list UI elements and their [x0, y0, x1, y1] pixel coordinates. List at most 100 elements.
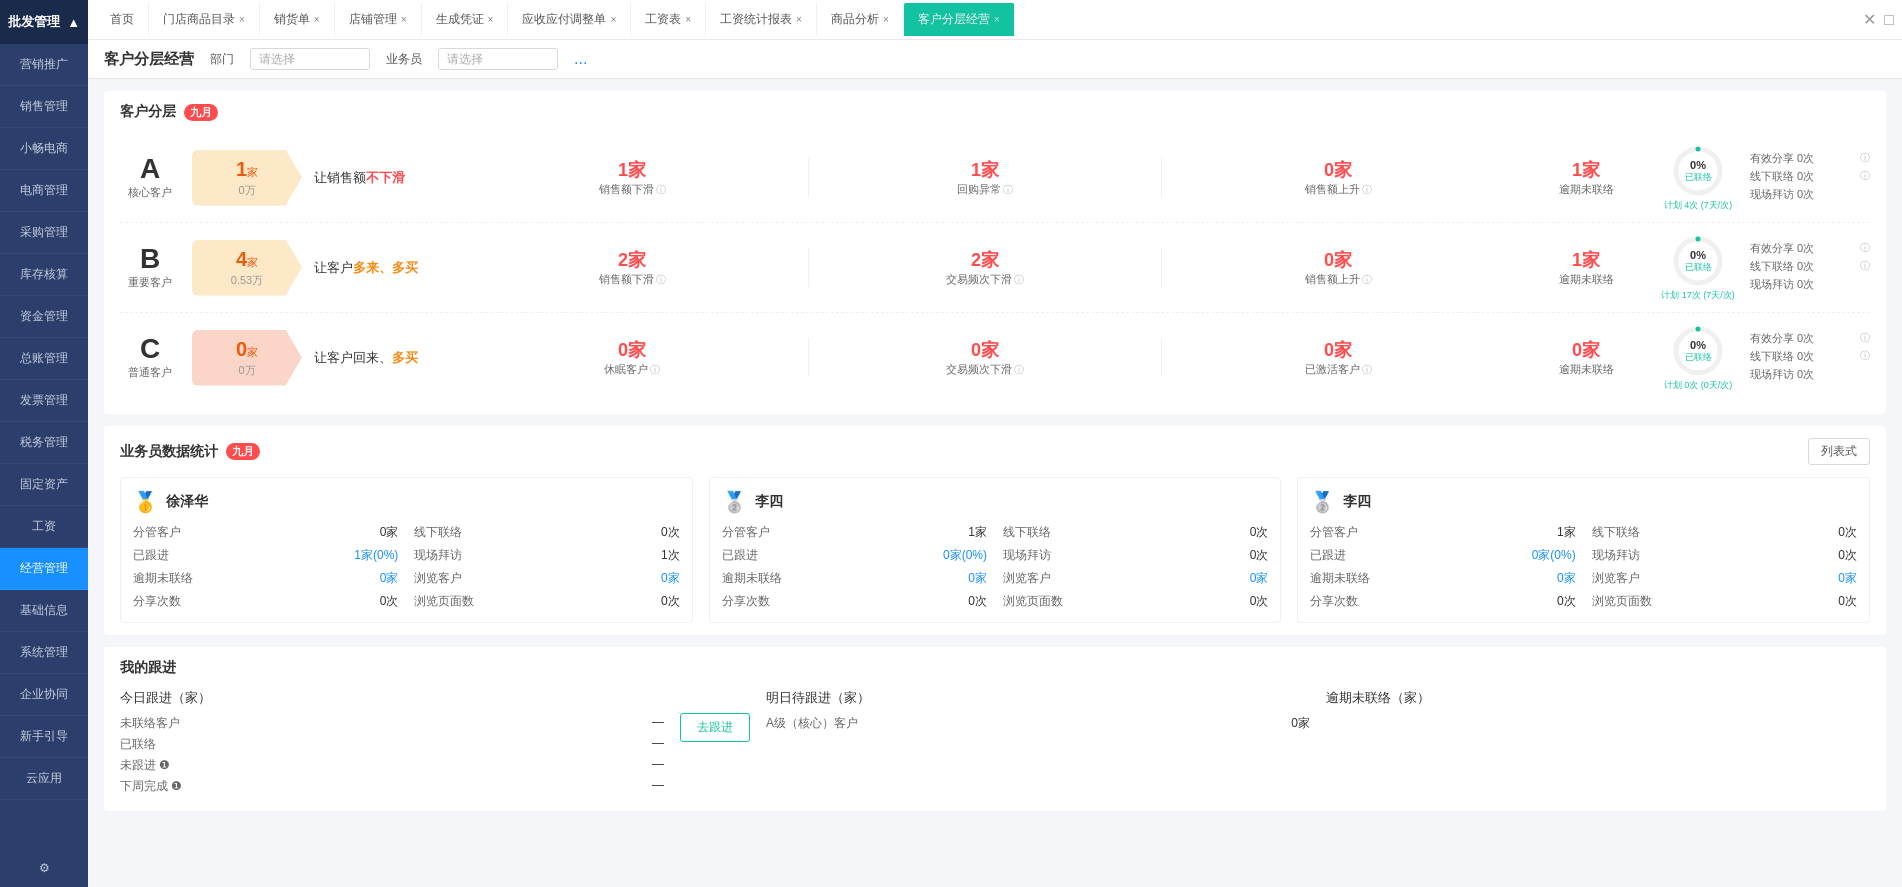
info-icon[interactable]: ⓘ: [1014, 273, 1024, 287]
tier-count-A[interactable]: 1家0万: [192, 150, 302, 206]
tab-客户分层经营[interactable]: 客户分层经营×: [904, 3, 1015, 36]
sidebar-item-云应用[interactable]: 云应用: [0, 758, 88, 800]
sidebar-collapse-icon[interactable]: ▲: [67, 15, 80, 30]
sidebar-item-营销推广[interactable]: 营销推广: [0, 44, 88, 86]
info-icon[interactable]: ⓘ: [1860, 169, 1870, 183]
tab-工资表[interactable]: 工资表×: [631, 3, 706, 36]
biz-title: 业务员数据统计 九月: [120, 443, 260, 461]
tier-right-stat-item: 线下联络 0次ⓘ: [1750, 169, 1870, 184]
tier-stats-A: 1家销售额下滑 ⓘ1家回购异常 ⓘ0家销售额上升 ⓘ: [456, 158, 1514, 197]
tab-bar: 首页门店商品目录×销货单×店铺管理×生成凭证×应收应付调整单×工资表×工资统计报…: [88, 0, 1902, 40]
biz-stat-val[interactable]: 0家: [1838, 570, 1857, 587]
info-icon[interactable]: ⓘ: [656, 183, 666, 197]
tab-close-销货单[interactable]: ×: [314, 14, 320, 25]
customer-month-badge: 九月: [184, 104, 218, 121]
sidebar-item-销售管理[interactable]: 销售管理: [0, 86, 88, 128]
biz-stat-label: 逾期未联络: [722, 570, 782, 587]
sidebar-header[interactable]: 批发管理 ▲: [0, 0, 88, 44]
biz-stat-label: 线下联络: [414, 524, 462, 541]
tier-slogan-B: 让客户多来、多买: [314, 259, 444, 277]
tab-销货单[interactable]: 销货单×: [260, 3, 335, 36]
biz-stat-row: 浏览客户 0家: [414, 570, 679, 587]
tier-contact-B: 1家逾期未联络: [1526, 248, 1646, 287]
info-icon[interactable]: ⓘ: [1860, 259, 1870, 273]
sidebar-item-总账管理[interactable]: 总账管理: [0, 338, 88, 380]
sidebar-item-工资[interactable]: 工资: [0, 506, 88, 548]
sidebar-item-固定资产[interactable]: 固定资产: [0, 464, 88, 506]
biz-stat-val[interactable]: 0家: [380, 570, 399, 587]
today-item-val: —: [652, 757, 664, 774]
info-icon[interactable]: ⓘ: [1003, 183, 1013, 197]
biz-stat-row: 线下联络0次: [414, 524, 679, 541]
sidebar-gear-button[interactable]: ⚙: [0, 849, 88, 887]
tab-生成凭证[interactable]: 生成凭证×: [422, 3, 509, 36]
tab-首页[interactable]: 首页: [96, 3, 149, 36]
biz-stat-val: 0次: [1557, 593, 1576, 610]
tomorrow-followup-col: 明日待跟进（家） A级（核心）客户 0家: [766, 689, 1310, 736]
info-icon[interactable]: ⓘ: [650, 363, 660, 377]
tier-slogan-C: 让客户回来、多买: [314, 349, 444, 367]
sidebar-item-小畅电商[interactable]: 小畅电商: [0, 128, 88, 170]
sidebar-item-电商管理[interactable]: 电商管理: [0, 170, 88, 212]
tab-bar-actions[interactable]: ✕ □: [1863, 10, 1894, 29]
sidebar-item-经营管理[interactable]: 经营管理: [0, 548, 88, 590]
info-icon[interactable]: ⓘ: [1362, 183, 1372, 197]
sidebar-item-采购管理[interactable]: 采购管理: [0, 212, 88, 254]
sales-select[interactable]: 请选择: [438, 48, 558, 70]
tier-count-C[interactable]: 0家0万: [192, 330, 302, 386]
tab-close-店铺管理[interactable]: ×: [401, 14, 407, 25]
biz-stat-row: 分享次数0次: [133, 593, 398, 610]
sidebar-item-新手引导[interactable]: 新手引导: [0, 716, 88, 758]
dept-label: 部门: [210, 51, 234, 68]
tab-close-工资表[interactable]: ×: [685, 14, 691, 25]
tab-门店商品目录[interactable]: 门店商品目录×: [149, 3, 260, 36]
tab-应收应付调整单[interactable]: 应收应付调整单×: [508, 3, 631, 36]
sidebar-item-基础信息[interactable]: 基础信息: [0, 590, 88, 632]
info-icon[interactable]: ⓘ: [1860, 331, 1870, 345]
info-icon[interactable]: ⓘ: [1362, 273, 1372, 287]
sidebar-item-系统管理[interactable]: 系统管理: [0, 632, 88, 674]
tier-right-stats-B: 有效分享 0次ⓘ线下联络 0次ⓘ现场拜访 0次: [1750, 241, 1870, 295]
info-icon[interactable]: ⓘ: [1014, 363, 1024, 377]
biz-stat-label: 浏览客户: [1592, 570, 1640, 587]
sidebar-item-企业协同[interactable]: 企业协同: [0, 674, 88, 716]
tab-close-应收应付调整单[interactable]: ×: [610, 14, 616, 25]
sidebar-item-税务管理[interactable]: 税务管理: [0, 422, 88, 464]
page-title: 客户分层经营: [104, 50, 194, 69]
biz-stats-grid-2: 分管客户1家线下联络0次已跟进0家(0%)现场拜访0次逾期未联络0家浏览客户0家…: [1310, 524, 1857, 610]
biz-card-0: 🥇徐泽华分管客户0家线下联络0次已跟进1家(0%)现场拜访1次逾期未联络0家浏览…: [120, 477, 693, 623]
sales-name-2: 李四: [1343, 493, 1371, 511]
tab-close-商品分析[interactable]: ×: [883, 14, 889, 25]
biz-stat-label: 浏览客户: [414, 570, 462, 587]
go-followup-button[interactable]: 去跟进: [680, 713, 750, 742]
info-icon[interactable]: ⓘ: [1860, 151, 1870, 165]
biz-stat-val[interactable]: 0家: [661, 570, 680, 587]
info-icon[interactable]: ⓘ: [1860, 241, 1870, 255]
biz-stat-val[interactable]: 0家(0%): [943, 547, 987, 564]
biz-stat-val[interactable]: 0家(0%): [1532, 547, 1576, 564]
info-icon[interactable]: ⓘ: [1362, 363, 1372, 377]
biz-stat-val[interactable]: 0家: [1557, 570, 1576, 587]
tab-close-生成凭证[interactable]: ×: [488, 14, 494, 25]
tab-close-工资统计报表[interactable]: ×: [796, 14, 802, 25]
tab-店铺管理[interactable]: 店铺管理×: [335, 3, 422, 36]
sidebar-item-发票管理[interactable]: 发票管理: [0, 380, 88, 422]
tab-restore-icon[interactable]: □: [1884, 11, 1894, 29]
tab-close-icon[interactable]: ✕: [1863, 10, 1876, 29]
customer-section-title: 客户分层 九月: [120, 103, 1870, 121]
biz-stat-val[interactable]: 0家: [1250, 570, 1269, 587]
biz-stat-val[interactable]: 0家: [968, 570, 987, 587]
list-view-button[interactable]: 列表式: [1808, 438, 1870, 465]
tab-工资统计报表[interactable]: 工资统计报表×: [706, 3, 817, 36]
tab-close-客户分层经营[interactable]: ×: [994, 14, 1000, 25]
filter-more-button[interactable]: ...: [574, 50, 587, 68]
biz-stat-val[interactable]: 1家(0%): [354, 547, 398, 564]
tab-商品分析[interactable]: 商品分析×: [817, 3, 904, 36]
tab-close-门店商品目录[interactable]: ×: [239, 14, 245, 25]
tier-count-B[interactable]: 4家0.53万: [192, 240, 302, 296]
info-icon[interactable]: ⓘ: [1860, 349, 1870, 363]
info-icon[interactable]: ⓘ: [656, 273, 666, 287]
dept-select[interactable]: 请选择: [250, 48, 370, 70]
sidebar-item-库存核算[interactable]: 库存核算: [0, 254, 88, 296]
sidebar-item-资金管理[interactable]: 资金管理: [0, 296, 88, 338]
